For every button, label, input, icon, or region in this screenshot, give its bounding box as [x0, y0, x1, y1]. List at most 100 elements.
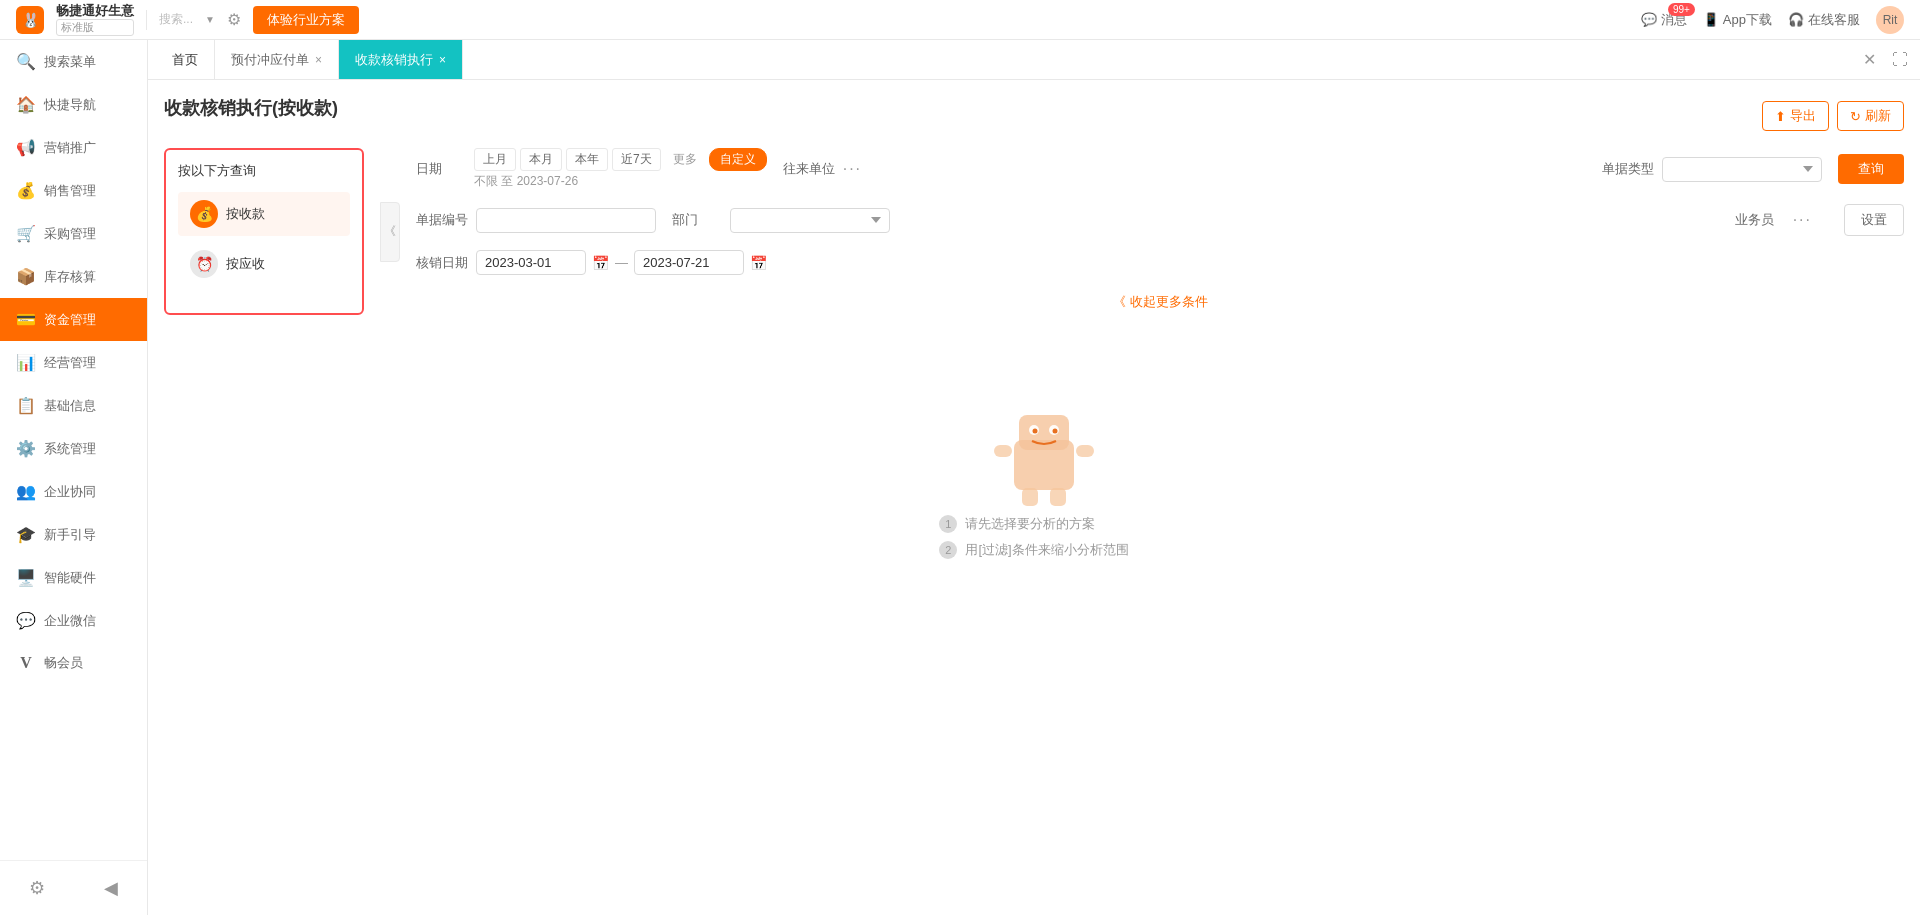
collapse-more-label: 收起更多条件 [1130, 293, 1208, 311]
sidebar-item-label: 销售管理 [44, 182, 96, 200]
solution-button[interactable]: 体验行业方案 [253, 6, 359, 34]
tab-receipt-close-icon[interactable]: × [439, 53, 446, 67]
page-title: 收款核销执行(按收款) [164, 96, 338, 120]
app-download-button[interactable]: 📱 App下载 [1703, 11, 1772, 29]
search-text: 搜索... [159, 11, 193, 28]
staff-field: 业务员 ··· 设置 [1735, 204, 1904, 236]
verify-date-start-input[interactable] [476, 250, 586, 275]
logo-icon: 🐰 [16, 6, 44, 34]
refresh-button[interactable]: ↻ 刷新 [1837, 101, 1904, 131]
topbar: 🐰 畅捷通好生意 标准版 搜索... ▼ ⚙ 体验行业方案 💬 消息 99+ 📱… [0, 0, 1920, 40]
date-hint: 不限 至 2023-07-26 [474, 173, 767, 190]
receipt-option-label: 按收款 [226, 205, 265, 223]
topbar-search: 搜索... [159, 11, 193, 28]
empty-hint-1: 1 请先选择要分析的方案 [939, 515, 1128, 533]
query-button[interactable]: 查询 [1838, 154, 1904, 184]
sidebar-item-collab[interactable]: 👥 企业协同 [0, 470, 147, 513]
doc-no-input[interactable] [476, 208, 656, 233]
empty-robot-svg [984, 395, 1104, 515]
date-quick-buttons: 上月 本月 本年 近7天 更多 自定义 [474, 148, 767, 171]
sidebar-item-operations[interactable]: 📊 经营管理 [0, 341, 147, 384]
sidebar-item-sysadmin[interactable]: ⚙️ 系统管理 [0, 427, 147, 470]
filter-option-by-receivable[interactable]: ⏰ 按应收 [178, 242, 350, 286]
topbar-arrow-icon[interactable]: ▼ [205, 14, 215, 25]
empty-state-image [984, 395, 1084, 495]
sysadmin-icon: ⚙️ [16, 439, 36, 458]
counterpart-doctype-row: 往来单位 ··· 单据类型 查询 [783, 154, 1904, 184]
receivable-option-label: 按应收 [226, 255, 265, 273]
message-button[interactable]: 💬 消息 99+ [1641, 11, 1687, 29]
sidebar-item-label: 基础信息 [44, 397, 96, 415]
sidebar-item-member[interactable]: V 畅会员 [0, 642, 147, 684]
sidebar-item-label: 企业微信 [44, 612, 96, 630]
topbar-right: 💬 消息 99+ 📱 App下载 🎧 在线客服 Rit [1641, 6, 1904, 34]
sidebar-item-quicknav[interactable]: 🏠 快捷导航 [0, 83, 147, 126]
doc-type-select[interactable] [1662, 157, 1822, 182]
this-month-btn[interactable]: 本月 [520, 148, 562, 171]
sidebar-item-label: 搜索菜单 [44, 53, 96, 71]
counterpart-dots[interactable]: ··· [843, 160, 862, 178]
dept-select[interactable] [730, 208, 890, 233]
custom-btn[interactable]: 自定义 [709, 148, 767, 171]
verify-date-end-input[interactable] [634, 250, 744, 275]
collapse-more-row: 《 收起更多条件 [416, 289, 1904, 315]
sidebar-item-search[interactable]: 🔍 搜索菜单 [0, 40, 147, 83]
settings-button[interactable]: 设置 [1844, 204, 1904, 236]
content-area: 首页 预付冲应付单 × 收款核销执行 × ✕ ⛶ 收款核销执行(按收款) [148, 40, 1920, 915]
tab-receipt-verify[interactable]: 收款核销执行 × [339, 40, 463, 79]
tab-expand-icon[interactable]: ⛶ [1888, 47, 1912, 73]
sidebar-item-inventory[interactable]: 📦 库存核算 [0, 255, 147, 298]
more-btn[interactable]: 更多 [665, 149, 705, 170]
sidebar-settings-icon[interactable]: ⚙ [21, 869, 53, 907]
verify-date-end-calendar-icon[interactable]: 📅 [750, 255, 767, 271]
sidebar-item-label: 新手引导 [44, 526, 96, 544]
sales-icon: 💰 [16, 181, 36, 200]
sidebar-collapse-icon[interactable]: ◀ [96, 869, 126, 907]
hint-num-2: 2 [939, 541, 957, 559]
tab-prepay-close-icon[interactable]: × [315, 53, 322, 67]
collab-icon: 👥 [16, 482, 36, 501]
last-7-days-btn[interactable]: 近7天 [612, 148, 661, 171]
filter-collapse-button[interactable]: 《 [380, 202, 400, 262]
filter-option-by-receipt[interactable]: 💰 按收款 [178, 192, 350, 236]
service-icon: 🎧 [1788, 12, 1804, 27]
sidebar-item-finance[interactable]: 💳 资金管理 [0, 298, 147, 341]
collapse-more-button[interactable]: 《 收起更多条件 [1113, 293, 1208, 311]
tab-home[interactable]: 首页 [156, 40, 215, 79]
sidebar-item-sales[interactable]: 💰 销售管理 [0, 169, 147, 212]
export-button[interactable]: ⬆ 导出 [1762, 101, 1829, 131]
dept-field: 部门 [672, 208, 890, 233]
svg-rect-7 [1076, 445, 1094, 457]
svg-point-4 [1033, 429, 1038, 434]
tab-close-all-icon[interactable]: ✕ [1859, 46, 1880, 73]
sidebar-item-label: 智能硬件 [44, 569, 96, 587]
last-month-btn[interactable]: 上月 [474, 148, 516, 171]
sidebar-item-marketing[interactable]: 📢 营销推广 [0, 126, 147, 169]
sidebar-item-purchase[interactable]: 🛒 采购管理 [0, 212, 147, 255]
sidebar-item-hardware[interactable]: 🖥️ 智能硬件 [0, 556, 147, 599]
page-inner: 收款核销执行(按收款) ⬆ 导出 ↻ 刷新 [148, 80, 1920, 915]
doc-type-field: 单据类型 查询 [1602, 154, 1904, 184]
collapse-more-arrow-icon: 《 [1113, 293, 1126, 311]
filter-area: 按以下方查询 💰 按收款 ⏰ 按应收 《 [164, 148, 1904, 315]
guide-icon: 🎓 [16, 525, 36, 544]
date-field: 日期 上月 本月 本年 近7天 更多 自定义 [416, 148, 767, 190]
verify-date-start-calendar-icon[interactable]: 📅 [592, 255, 609, 271]
customer-service-button[interactable]: 🎧 在线客服 [1788, 11, 1860, 29]
topbar-divider [146, 10, 147, 30]
sidebar-item-guide[interactable]: 🎓 新手引导 [0, 513, 147, 556]
staff-dots[interactable]: ··· [1793, 211, 1812, 229]
receivable-option-icon: ⏰ [190, 250, 218, 278]
user-avatar[interactable]: Rit [1876, 6, 1904, 34]
receipt-option-icon: 💰 [190, 200, 218, 228]
this-year-btn[interactable]: 本年 [566, 148, 608, 171]
doc-no-field: 单据编号 [416, 208, 656, 233]
staff-label: 业务员 [1735, 211, 1785, 229]
svg-point-5 [1053, 429, 1058, 434]
sidebar-item-basicinfo[interactable]: 📋 基础信息 [0, 384, 147, 427]
tab-prepay[interactable]: 预付冲应付单 × [215, 40, 339, 79]
inventory-icon: 📦 [16, 267, 36, 286]
dept-staff-row: 部门 业务员 ··· 设置 [672, 204, 1904, 236]
sidebar-item-weixin[interactable]: 💬 企业微信 [0, 599, 147, 642]
gear-icon[interactable]: ⚙ [227, 10, 241, 29]
